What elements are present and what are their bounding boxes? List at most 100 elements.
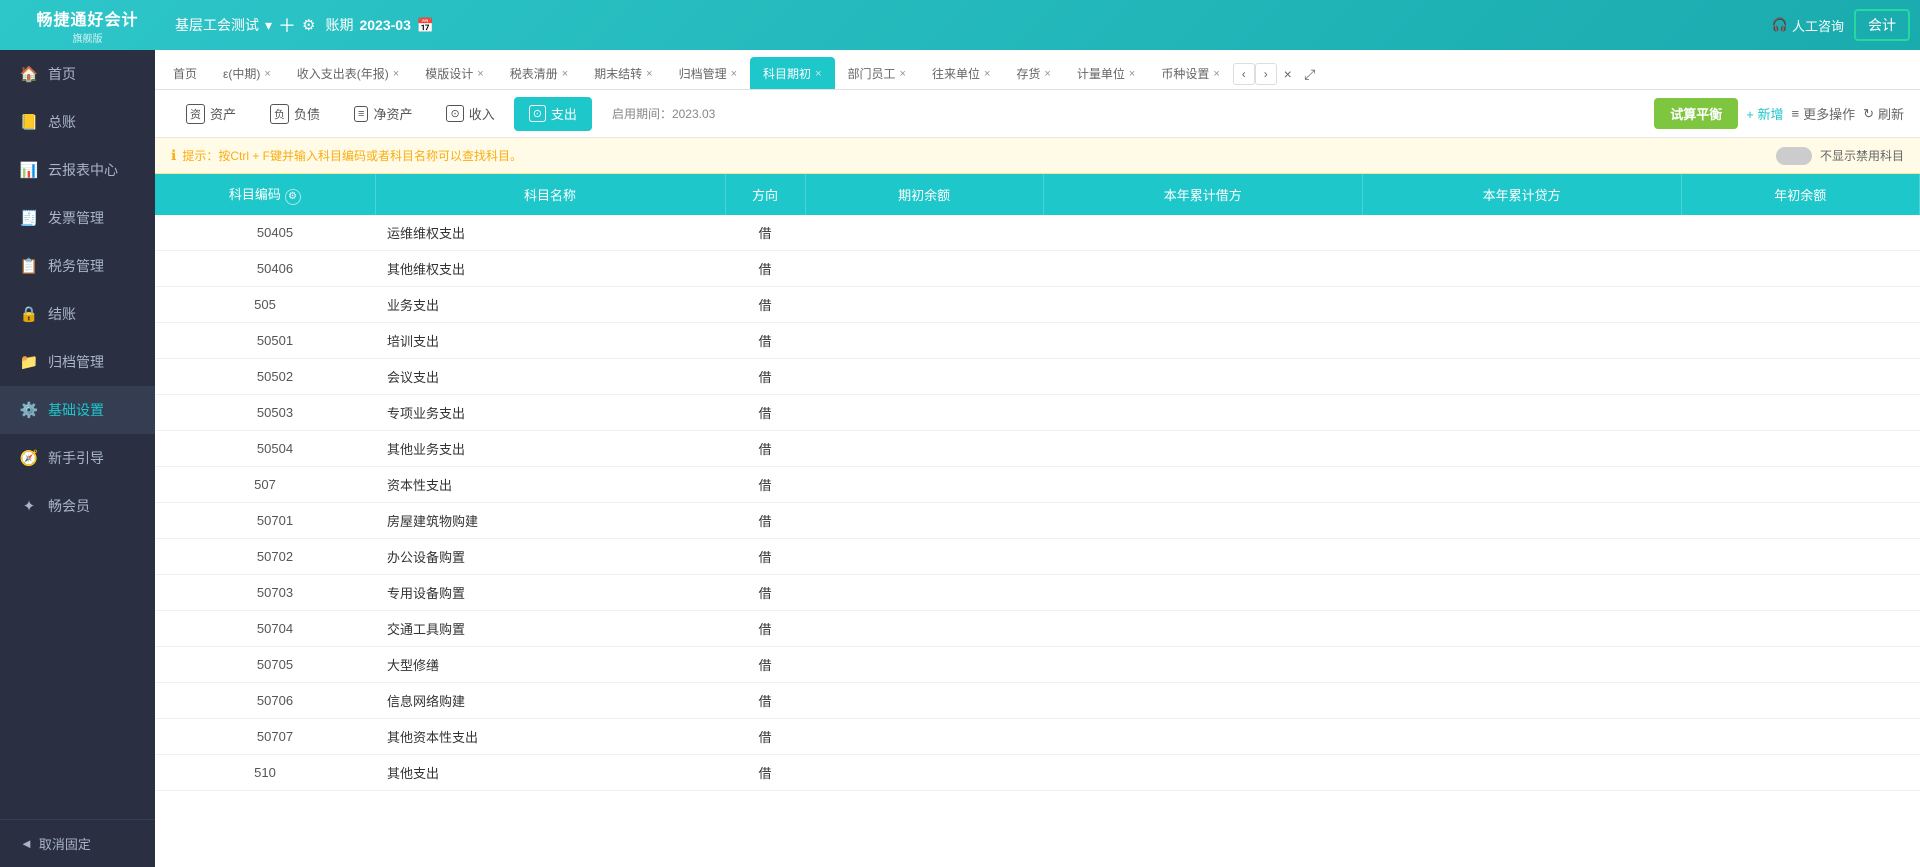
tab-close-unit[interactable]: × xyxy=(1129,68,1135,80)
cat-tab-expense[interactable]: ⊙支出 xyxy=(514,97,592,131)
account-button[interactable]: 会计 xyxy=(1854,9,1910,41)
cat-tab-label-asset: 资产 xyxy=(210,104,236,123)
refresh-button[interactable]: ↻ 刷新 xyxy=(1863,104,1904,123)
tab-inventory[interactable]: 存货× xyxy=(1003,57,1063,89)
cell-code: 50405 xyxy=(155,215,375,251)
tab-home[interactable]: 首页 xyxy=(160,57,210,89)
table-row[interactable]: 50504其他业务支出借 xyxy=(155,430,1920,466)
table-row[interactable]: 50503专项业务支出借 xyxy=(155,394,1920,430)
tab-label-cashier: ε(中期) xyxy=(223,65,260,82)
column-settings-icon[interactable]: ⚙ xyxy=(285,189,301,205)
tab-close-inventory[interactable]: × xyxy=(1044,68,1050,80)
tab-prev-button[interactable]: ‹ xyxy=(1233,63,1255,85)
tab-label-archive: 归档管理 xyxy=(679,65,727,82)
cat-tabs-container: 资资产负负债≡净资产⊙收入⊙支出 xyxy=(171,97,592,131)
cat-tab-income[interactable]: ⊙收入 xyxy=(431,97,509,131)
table-row[interactable]: 507资本性支出借 xyxy=(155,466,1920,502)
settings-icon[interactable]: ⚙ xyxy=(302,16,315,34)
tab-unit[interactable]: 计量单位 × xyxy=(1064,57,1148,89)
sidebar-item-invoice[interactable]: 🧾发票管理 xyxy=(0,194,155,242)
tab-close-archive[interactable]: × xyxy=(731,68,737,80)
tab-period_end[interactable]: 期末结转× xyxy=(581,57,665,89)
cell-direction: 借 xyxy=(725,286,805,322)
table-row[interactable]: 50701房屋建筑物购建借 xyxy=(155,502,1920,538)
table-row[interactable]: 50405运维维权支出借 xyxy=(155,215,1920,251)
table-row[interactable]: 510其他支出借 xyxy=(155,754,1920,790)
table-row[interactable]: 50406其他维权支出借 xyxy=(155,250,1920,286)
tab-close-currency[interactable]: × xyxy=(1213,68,1219,80)
balance-button[interactable]: 试算平衡 xyxy=(1654,98,1738,129)
table-row[interactable]: 505业务支出借 xyxy=(155,286,1920,322)
cell-direction: 借 xyxy=(725,394,805,430)
cell-code: 50706 xyxy=(155,682,375,718)
tab-archive[interactable]: 归档管理 × xyxy=(666,57,750,89)
cell-name: 培训支出 xyxy=(375,322,725,358)
table-row[interactable]: 50501培训支出借 xyxy=(155,322,1920,358)
org-selector[interactable]: 基层工会测试 ▾ ＋ ⚙ xyxy=(175,12,315,38)
sidebar-item-archive[interactable]: 📁归档管理 xyxy=(0,338,155,386)
table-row[interactable]: 50707其他资本性支出借 xyxy=(155,718,1920,754)
tab-subject_init[interactable]: 科目期初× xyxy=(750,57,834,89)
tab-cashier[interactable]: ε(中期) × xyxy=(210,57,284,89)
sidebar-item-settings[interactable]: ⚙️基础设置 xyxy=(0,386,155,434)
table-row[interactable]: 50705大型修缮借 xyxy=(155,646,1920,682)
tab-close-cashier[interactable]: × xyxy=(264,68,270,80)
cell-ytd_balance xyxy=(1681,394,1919,430)
cell-name: 专项业务支出 xyxy=(375,394,725,430)
sidebar-item-reports[interactable]: 📊云报表中心 xyxy=(0,146,155,194)
support-button[interactable]: 🎧 人工咨询 xyxy=(1772,16,1844,35)
tab-close-department[interactable]: × xyxy=(900,68,906,80)
cell-ytd_balance xyxy=(1681,322,1919,358)
tab-currency[interactable]: 币种设置× xyxy=(1148,57,1232,89)
sidebar-item-vip[interactable]: ✦畅会员 xyxy=(0,482,155,530)
tab-partner[interactable]: 往来单位× xyxy=(919,57,1003,89)
tab-close-subject_init[interactable]: × xyxy=(815,68,821,80)
cell-code: 50702 xyxy=(155,538,375,574)
tab-close-partner[interactable]: × xyxy=(984,68,990,80)
more-button[interactable]: ≡ 更多操作 xyxy=(1791,104,1855,123)
tab-label-unit: 计量单位 xyxy=(1077,65,1125,82)
cell-direction: 借 xyxy=(725,754,805,790)
cat-tab-net_asset[interactable]: ≡净资产 xyxy=(339,97,427,131)
tab-close-all-button[interactable]: × xyxy=(1277,63,1299,85)
cell-code: 507 xyxy=(155,466,375,502)
tab-close-taxform[interactable]: × xyxy=(562,68,568,80)
sidebar-item-ledger[interactable]: 📒总账 xyxy=(0,98,155,146)
sidebar-label-home: 首页 xyxy=(48,64,76,84)
table-row[interactable]: 50702办公设备购置借 xyxy=(155,538,1920,574)
tab-taxform[interactable]: 税表清册× xyxy=(497,57,581,89)
tab-income[interactable]: 收入支出表(年报) × xyxy=(284,57,412,89)
add-button[interactable]: + 新增 xyxy=(1746,104,1783,123)
cat-tab-asset[interactable]: 资资产 xyxy=(171,97,251,131)
sidebar-item-close[interactable]: 🔒结账 xyxy=(0,290,155,338)
sidebar-item-home[interactable]: 🏠首页 xyxy=(0,50,155,98)
sidebar-item-guide[interactable]: 🧭新手引导 xyxy=(0,434,155,482)
tab-expand-button[interactable]: ⤢ xyxy=(1299,63,1321,85)
table-container[interactable]: 科目编码 ⚙科目名称方向期初余额本年累计借方本年累计贷方年初余额 50405运维… xyxy=(155,174,1920,867)
tab-close-income[interactable]: × xyxy=(393,68,399,80)
add-org-icon[interactable]: ＋ xyxy=(278,12,296,38)
cell-direction: 借 xyxy=(725,610,805,646)
cat-tab-liability[interactable]: 负负债 xyxy=(255,97,335,131)
tab-close-period_end[interactable]: × xyxy=(646,68,652,80)
org-dropdown-icon[interactable]: ▾ xyxy=(265,17,272,34)
tab-next-button[interactable]: › xyxy=(1255,63,1277,85)
cell-code: 50504 xyxy=(155,430,375,466)
table-row[interactable]: 50704交通工具购置借 xyxy=(155,610,1920,646)
table-row[interactable]: 50502会议支出借 xyxy=(155,358,1920,394)
content-area: 首页ε(中期)×收入支出表(年报)×模版设计×税表清册×期末结转×归档管理×科目… xyxy=(155,50,1920,867)
tab-template[interactable]: 模版设计× xyxy=(412,57,496,89)
cell-ytd_balance xyxy=(1681,718,1919,754)
calendar-icon[interactable]: 📅 xyxy=(417,17,434,34)
sidebar-item-tax[interactable]: 📋税务管理 xyxy=(0,242,155,290)
pin-sidebar-button[interactable]: ◄ 取消固定 xyxy=(0,819,155,867)
more-icon: ≡ xyxy=(1791,106,1799,121)
tab-label-income: 收入支出表(年报) xyxy=(297,65,389,82)
hide-disabled-toggle[interactable] xyxy=(1776,147,1812,165)
cell-opening_balance xyxy=(805,646,1043,682)
sidebar-icon-reports: 📊 xyxy=(20,161,38,179)
tab-close-template[interactable]: × xyxy=(477,68,483,80)
table-row[interactable]: 50706信息网络购建借 xyxy=(155,682,1920,718)
table-row[interactable]: 50703专用设备购置借 xyxy=(155,574,1920,610)
tab-department[interactable]: 部门员工× xyxy=(835,57,919,89)
